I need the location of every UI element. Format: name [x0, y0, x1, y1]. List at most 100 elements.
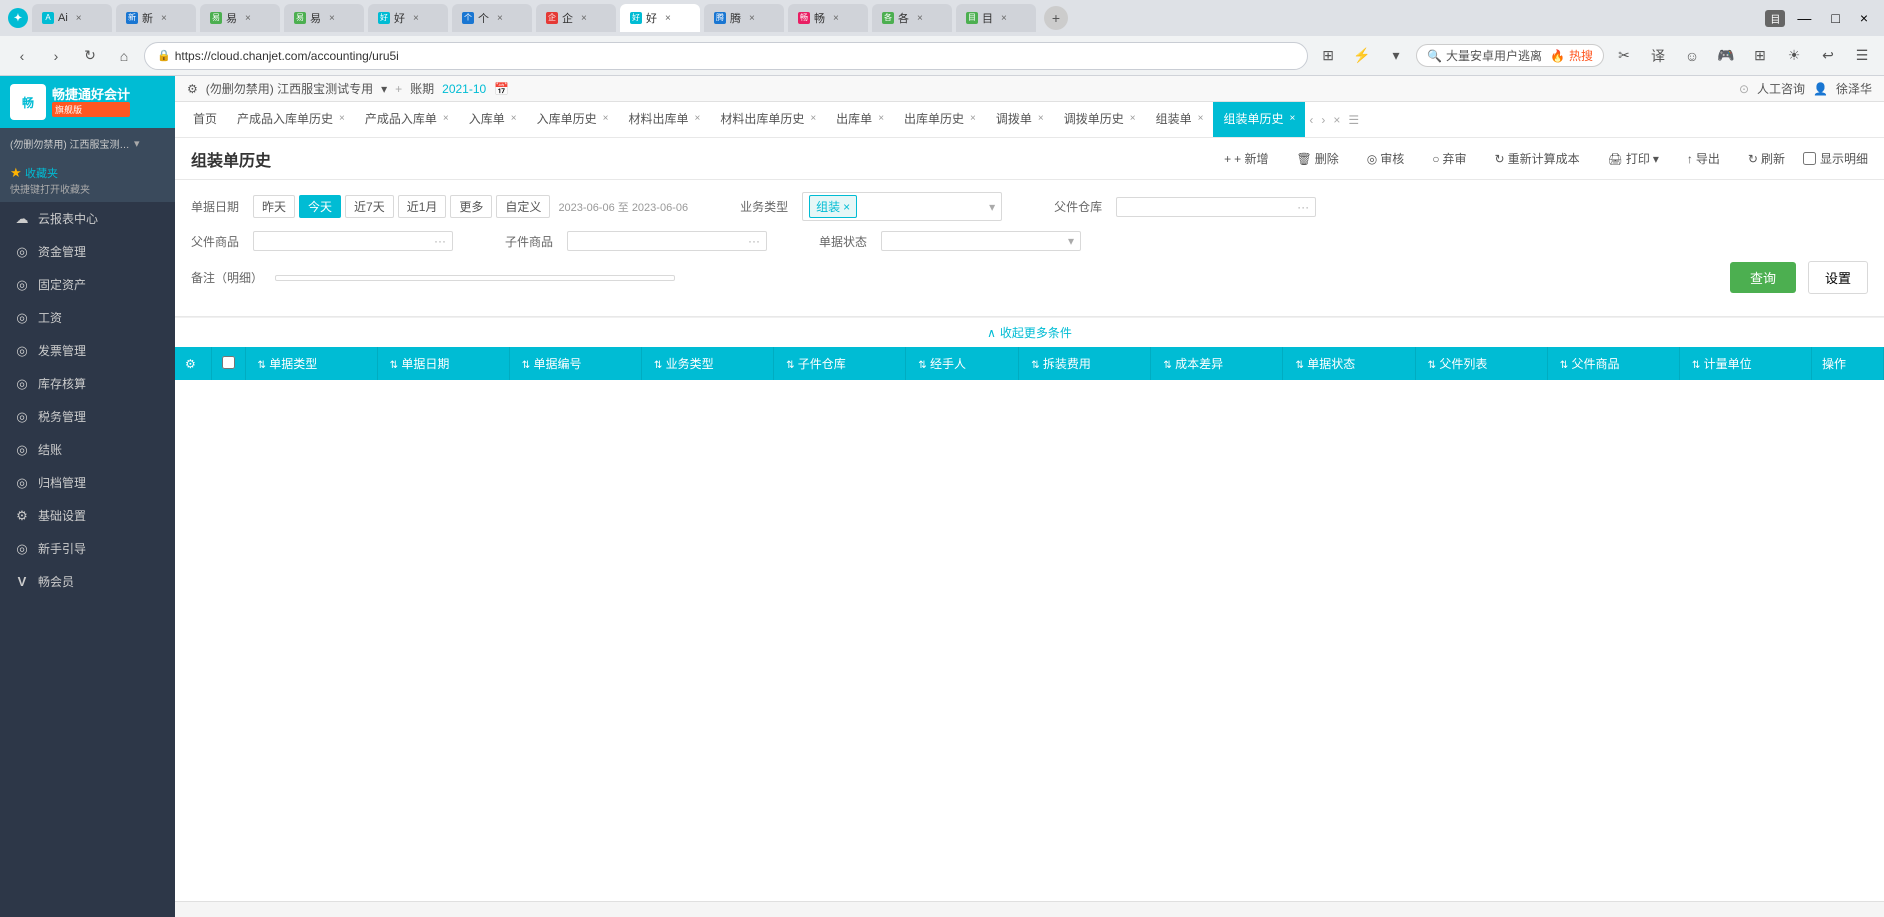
tab-kit[interactable]: 组装单 × [1146, 102, 1214, 138]
refresh-button[interactable]: ↻ 刷新 [1738, 146, 1795, 171]
nav-forward[interactable]: › [42, 42, 70, 70]
tab-home[interactable]: 首页 [183, 102, 227, 138]
tab-nav-left[interactable]: ‹ [1305, 113, 1317, 127]
sidebar-org[interactable]: (勿删勿禁用) 江西服宝测试专用 ▾ [0, 128, 175, 159]
tab-close-mat-out-hist[interactable]: × [810, 113, 816, 124]
table-settings-icon[interactable]: ⚙ [185, 357, 196, 371]
grid-icon[interactable]: ⊞ [1746, 42, 1774, 70]
sidebar-item-member[interactable]: V 畅会员 [0, 565, 175, 598]
business-type-dropdown[interactable]: ▾ [989, 200, 995, 214]
tab-hao2[interactable]: 好 好 × [620, 4, 700, 32]
tab-close-prod-in[interactable]: × [443, 113, 449, 124]
tab-close-ai[interactable]: × [76, 13, 82, 24]
dropdown-icon[interactable]: ▾ [1382, 42, 1410, 70]
date-btn-yesterday[interactable]: 昨天 [253, 195, 295, 218]
search-bar[interactable]: 🔍 大量安卓用户逃离 🔥 热搜 [1416, 44, 1604, 67]
tab-close-qi[interactable]: × [581, 13, 587, 24]
tab-close-assemble[interactable]: × [1038, 113, 1044, 124]
export-button[interactable]: ↑ 导出 [1677, 146, 1730, 171]
date-btn-today[interactable]: 今天 [299, 195, 341, 218]
child-goods-input[interactable]: ··· [567, 231, 767, 251]
tab-nav-right[interactable]: › [1317, 113, 1329, 127]
date-btn-1month[interactable]: 近1月 [398, 195, 447, 218]
th-child-warehouse[interactable]: ⇅ 子件仓库 [774, 347, 906, 380]
th-bill-type[interactable]: ⇅ 单据类型 [245, 347, 377, 380]
tab-close-out-hist[interactable]: × [970, 113, 976, 124]
tab-out-hist[interactable]: 出库单历史 × [894, 102, 986, 138]
settings-button[interactable]: 设置 [1808, 261, 1868, 294]
tab-mat-out[interactable]: 材料出库单 × [618, 102, 710, 138]
tab-close-prod-in-hist[interactable]: × [339, 113, 345, 124]
sidebar-item-fund[interactable]: ◎ 资金管理 [0, 235, 175, 268]
tab-prod-in[interactable]: 产成品入库单 × [355, 102, 459, 138]
notes-input[interactable] [275, 275, 675, 281]
tab-mat-out-hist[interactable]: 材料出库单历史 × [710, 102, 826, 138]
help-label[interactable]: 人工咨询 [1757, 80, 1805, 97]
parent-goods-input[interactable]: ··· [253, 231, 453, 251]
nav-refresh[interactable]: ↻ [76, 42, 104, 70]
new-button[interactable]: + + 新增 [1214, 146, 1278, 171]
calendar-icon[interactable]: 📅 [494, 82, 509, 96]
tab-close-hao2[interactable]: × [665, 13, 671, 24]
th-cost-diff[interactable]: ⇅ 成本差异 [1151, 347, 1283, 380]
sidebar-item-basic-settings[interactable]: ⚙ 基础设置 [0, 499, 175, 532]
print-button[interactable]: 🖨 打印 ▾ [1598, 146, 1669, 171]
sidebar-item-guide[interactable]: ◎ 新手引导 [0, 532, 175, 565]
sidebar-item-cloud-report[interactable]: ☁ 云报表中心 [0, 202, 175, 235]
tab-qi[interactable]: 企 企 × [536, 4, 616, 32]
menu-icon[interactable]: ☰ [1848, 42, 1876, 70]
tab-close-ge[interactable]: × [497, 13, 503, 24]
date-btn-7days[interactable]: 近7天 [345, 195, 394, 218]
sidebar-item-invoice[interactable]: ◎ 发票管理 [0, 334, 175, 367]
recalculate-button[interactable]: ↻ 重新计算成本 [1485, 146, 1590, 171]
tab-close-kit[interactable]: × [1198, 113, 1204, 124]
th-bill-no[interactable]: ⇅ 单据编号 [509, 347, 641, 380]
parent-goods-dots[interactable]: ··· [434, 234, 446, 248]
sidebar-item-fixed-asset[interactable]: ◎ 固定资产 [0, 268, 175, 301]
collapse-bar[interactable]: ∧ 收起更多条件 [175, 317, 1884, 347]
undo-icon[interactable]: ↩ [1814, 42, 1842, 70]
tab-close-in-hist[interactable]: × [603, 113, 609, 124]
tab-close-yi1[interactable]: × [245, 13, 251, 24]
parent-warehouse-dots[interactable]: ··· [1297, 200, 1309, 214]
th-unit[interactable]: ⇅ 计量单位 [1679, 347, 1811, 380]
lightning-icon[interactable]: ⚡ [1348, 42, 1376, 70]
tab-close-ge2[interactable]: × [917, 13, 923, 24]
th-parent-goods[interactable]: ⇅ 父件商品 [1547, 347, 1679, 380]
th-handler[interactable]: ⇅ 经手人 [906, 347, 1019, 380]
tab-close-new[interactable]: × [161, 13, 167, 24]
user-icon[interactable]: 👤 [1813, 82, 1828, 96]
tab-assemble-hist[interactable]: 调拨单历史 × [1054, 102, 1146, 138]
scissors-icon[interactable]: ✂ [1610, 42, 1638, 70]
tab-ge[interactable]: 个 个 × [452, 4, 532, 32]
tab-yi1[interactable]: 易 易 × [200, 4, 280, 32]
tab-close-chang[interactable]: × [833, 13, 839, 24]
window-close[interactable]: × [1852, 10, 1876, 26]
tab-ai[interactable]: A Ai × [32, 4, 112, 32]
sidebar-item-inventory[interactable]: ◎ 库存核算 [0, 367, 175, 400]
tab-close-hao1[interactable]: × [413, 13, 419, 24]
emoji-icon[interactable]: ☺ [1678, 42, 1706, 70]
show-detail-checkbox[interactable] [1803, 152, 1816, 165]
date-btn-more[interactable]: 更多 [450, 195, 492, 218]
translate-icon[interactable]: 译 [1644, 42, 1672, 70]
window-maximize[interactable]: □ [1823, 10, 1847, 26]
child-goods-dots[interactable]: ··· [748, 234, 760, 248]
tab-kit-hist[interactable]: 组装单历史 × [1213, 102, 1305, 138]
th-disassemble-cost[interactable]: ⇅ 拆装费用 [1019, 347, 1151, 380]
sidebar-item-salary[interactable]: ◎ 工资 [0, 301, 175, 334]
tab-close-in-order[interactable]: × [511, 113, 517, 124]
tab-close-mu[interactable]: × [1001, 13, 1007, 24]
game-icon[interactable]: 🎮 [1712, 42, 1740, 70]
tab-close-assemble-hist[interactable]: × [1130, 113, 1136, 124]
tab-close-yi2[interactable]: × [329, 13, 335, 24]
tab-mu[interactable]: 目 目 × [956, 4, 1036, 32]
tab-hao1[interactable]: 好 好 × [368, 4, 448, 32]
nav-back[interactable]: ‹ [8, 42, 36, 70]
select-all-checkbox[interactable] [222, 356, 235, 369]
org-dropdown-arrow[interactable]: ▾ [381, 82, 387, 96]
tab-close-mat-out[interactable]: × [694, 113, 700, 124]
sidebar-item-tax[interactable]: ◎ 税务管理 [0, 400, 175, 433]
th-bill-date[interactable]: ⇅ 单据日期 [377, 347, 509, 380]
address-bar[interactable]: 🔒 https://cloud.chanjet.com/accounting/u… [144, 42, 1308, 70]
